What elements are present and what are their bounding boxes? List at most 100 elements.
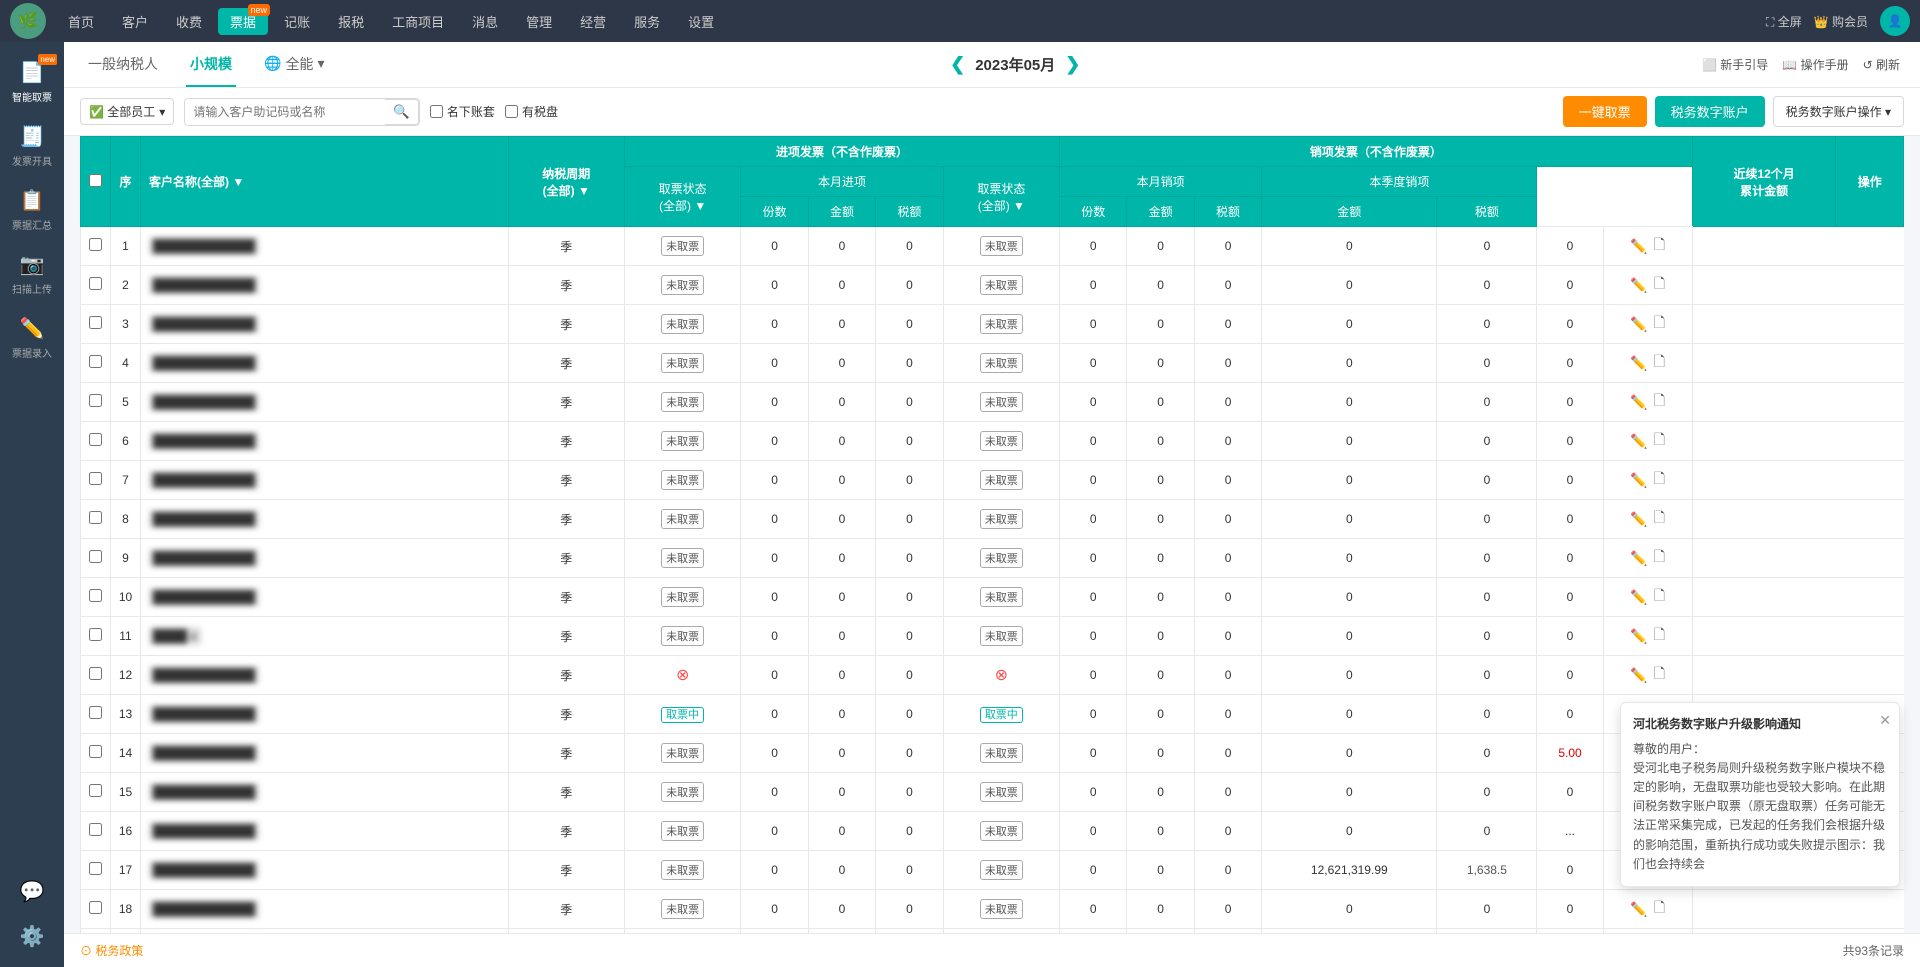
row-customer-name[interactable]: ████████████	[141, 266, 509, 305]
edit-icon[interactable]: ✏️	[1630, 355, 1647, 372]
row-select-checkbox[interactable]	[89, 550, 102, 563]
row-select-checkbox[interactable]	[89, 589, 102, 602]
digital-account-btn[interactable]: 税务数字账户	[1655, 96, 1765, 127]
row-select-checkbox[interactable]	[89, 238, 102, 251]
sidebar-item-config[interactable]: ⚙️	[3, 916, 61, 957]
row-select-checkbox[interactable]	[89, 355, 102, 368]
member-btn[interactable]: 👑 购会员	[1814, 13, 1868, 30]
tab-general-taxpayer[interactable]: 一般纳税人	[84, 42, 162, 87]
checkbox-subledger[interactable]: 名下账套	[430, 103, 495, 120]
search-input[interactable]	[185, 99, 385, 125]
copy-icon[interactable]: 🗋	[1654, 234, 1665, 258]
row-customer-name[interactable]: ████████████	[141, 305, 509, 344]
row-customer-name[interactable]: ████████████	[141, 461, 509, 500]
copy-icon[interactable]: 🗋	[1654, 663, 1665, 687]
row-checkbox[interactable]	[81, 227, 111, 266]
edit-icon[interactable]: ✏️	[1630, 628, 1647, 645]
row-customer-name[interactable]: ████ e	[141, 617, 509, 656]
sidebar-item-entry[interactable]: ✏️ 票据录入	[3, 308, 61, 368]
row-customer-name[interactable]: ████████████	[141, 578, 509, 617]
edit-icon[interactable]: ✏️	[1630, 901, 1647, 918]
manual-btn[interactable]: 📖 操作手册	[1782, 56, 1848, 73]
row-customer-name[interactable]: ████████████	[141, 851, 509, 890]
edit-icon[interactable]: ✏️	[1630, 667, 1647, 684]
nav-account[interactable]: 记账	[272, 8, 322, 35]
sidebar-item-chat[interactable]: 💬	[3, 871, 61, 912]
row-customer-name[interactable]: ████████████	[141, 734, 509, 773]
row-select-checkbox[interactable]	[89, 901, 102, 914]
nav-settings[interactable]: 设置	[676, 8, 726, 35]
row-checkbox[interactable]	[81, 773, 111, 812]
nav-message[interactable]: 消息	[460, 8, 510, 35]
avatar[interactable]: 👤	[1880, 6, 1910, 36]
row-select-checkbox[interactable]	[89, 784, 102, 797]
nav-tax[interactable]: 报税	[326, 8, 376, 35]
notification-close-btn[interactable]: ✕	[1879, 709, 1891, 731]
sidebar-item-summary[interactable]: 📋 票据汇总	[3, 180, 61, 240]
next-period-btn[interactable]: ❯	[1065, 54, 1080, 75]
row-select-checkbox[interactable]	[89, 823, 102, 836]
edit-icon[interactable]: ✏️	[1630, 589, 1647, 606]
edit-icon[interactable]: ✏️	[1630, 433, 1647, 450]
copy-icon[interactable]: 🗋	[1654, 585, 1665, 609]
nav-invoice[interactable]: 票据 new	[218, 8, 268, 35]
edit-icon[interactable]: ✏️	[1630, 238, 1647, 255]
edit-icon[interactable]: ✏️	[1630, 316, 1647, 333]
row-customer-name[interactable]: ████████████	[141, 344, 509, 383]
row-checkbox[interactable]	[81, 383, 111, 422]
copy-icon[interactable]: 🗋	[1654, 390, 1665, 414]
row-checkbox[interactable]	[81, 305, 111, 344]
employee-select[interactable]: ✅ 全部员工 ▾	[80, 98, 174, 125]
guide-btn[interactable]: ⬜ 新手引导	[1702, 56, 1768, 73]
row-customer-name[interactable]: ████████████	[141, 812, 509, 851]
row-customer-name[interactable]: ████████████	[141, 227, 509, 266]
row-customer-name[interactable]: ████████████	[141, 890, 509, 929]
row-checkbox[interactable]	[81, 578, 111, 617]
row-select-checkbox[interactable]	[89, 472, 102, 485]
edit-icon[interactable]: ✏️	[1630, 394, 1647, 411]
row-checkbox[interactable]	[81, 851, 111, 890]
tax-policy-link[interactable]: ⊙ 税务政策	[80, 942, 143, 959]
checkbox-taxdisk[interactable]: 有税盘	[505, 103, 558, 120]
row-select-checkbox[interactable]	[89, 745, 102, 758]
prev-period-btn[interactable]: ❮	[950, 54, 965, 75]
subledger-checkbox[interactable]	[430, 105, 443, 118]
row-checkbox[interactable]	[81, 695, 111, 734]
copy-icon[interactable]: 🗋	[1654, 897, 1665, 921]
th-out-status[interactable]: 取票状态(全部) ▼	[943, 167, 1059, 227]
row-checkbox[interactable]	[81, 344, 111, 383]
th-cycle[interactable]: 纳税周期(全部) ▼	[508, 137, 624, 227]
sidebar-item-invoice-open[interactable]: 🧾 发票开具	[3, 116, 61, 176]
copy-icon[interactable]: 🗋	[1654, 546, 1665, 570]
th-in-status[interactable]: 取票状态(全部) ▼	[624, 167, 740, 227]
edit-icon[interactable]: ✏️	[1630, 277, 1647, 294]
copy-icon[interactable]: 🗋	[1654, 351, 1665, 375]
nav-operation[interactable]: 经营	[568, 8, 618, 35]
row-customer-name[interactable]: ████████████	[141, 500, 509, 539]
digital-account-op-btn[interactable]: 税务数字账户操作 ▾	[1773, 96, 1904, 127]
row-select-checkbox[interactable]	[89, 277, 102, 290]
row-customer-name[interactable]: ████████████	[141, 422, 509, 461]
fullscreen-btn[interactable]: ⛶ 全屏	[1766, 13, 1802, 30]
row-select-checkbox[interactable]	[89, 706, 102, 719]
copy-icon[interactable]: 🗋	[1654, 468, 1665, 492]
tab-all-capable[interactable]: 🌐 全能 ▾	[260, 42, 328, 87]
search-button[interactable]: 🔍	[385, 99, 419, 125]
row-checkbox[interactable]	[81, 461, 111, 500]
row-checkbox[interactable]	[81, 734, 111, 773]
row-select-checkbox[interactable]	[89, 667, 102, 680]
th-customer[interactable]: 客户名称(全部) ▼	[141, 137, 509, 227]
one-click-ticket-btn[interactable]: 一键取票	[1563, 96, 1647, 127]
row-select-checkbox[interactable]	[89, 433, 102, 446]
nav-customer[interactable]: 客户	[110, 8, 160, 35]
row-customer-name[interactable]: ████████████	[141, 539, 509, 578]
copy-icon[interactable]: 🗋	[1654, 312, 1665, 336]
sidebar-item-scan[interactable]: 📷 扫描上传	[3, 244, 61, 304]
row-customer-name[interactable]: ████████████	[141, 773, 509, 812]
th-checkbox[interactable]	[81, 137, 111, 227]
nav-fee[interactable]: 收费	[164, 8, 214, 35]
nav-home[interactable]: 首页	[56, 8, 106, 35]
row-checkbox[interactable]	[81, 890, 111, 929]
row-select-checkbox[interactable]	[89, 511, 102, 524]
nav-business[interactable]: 工商项目	[380, 8, 456, 35]
